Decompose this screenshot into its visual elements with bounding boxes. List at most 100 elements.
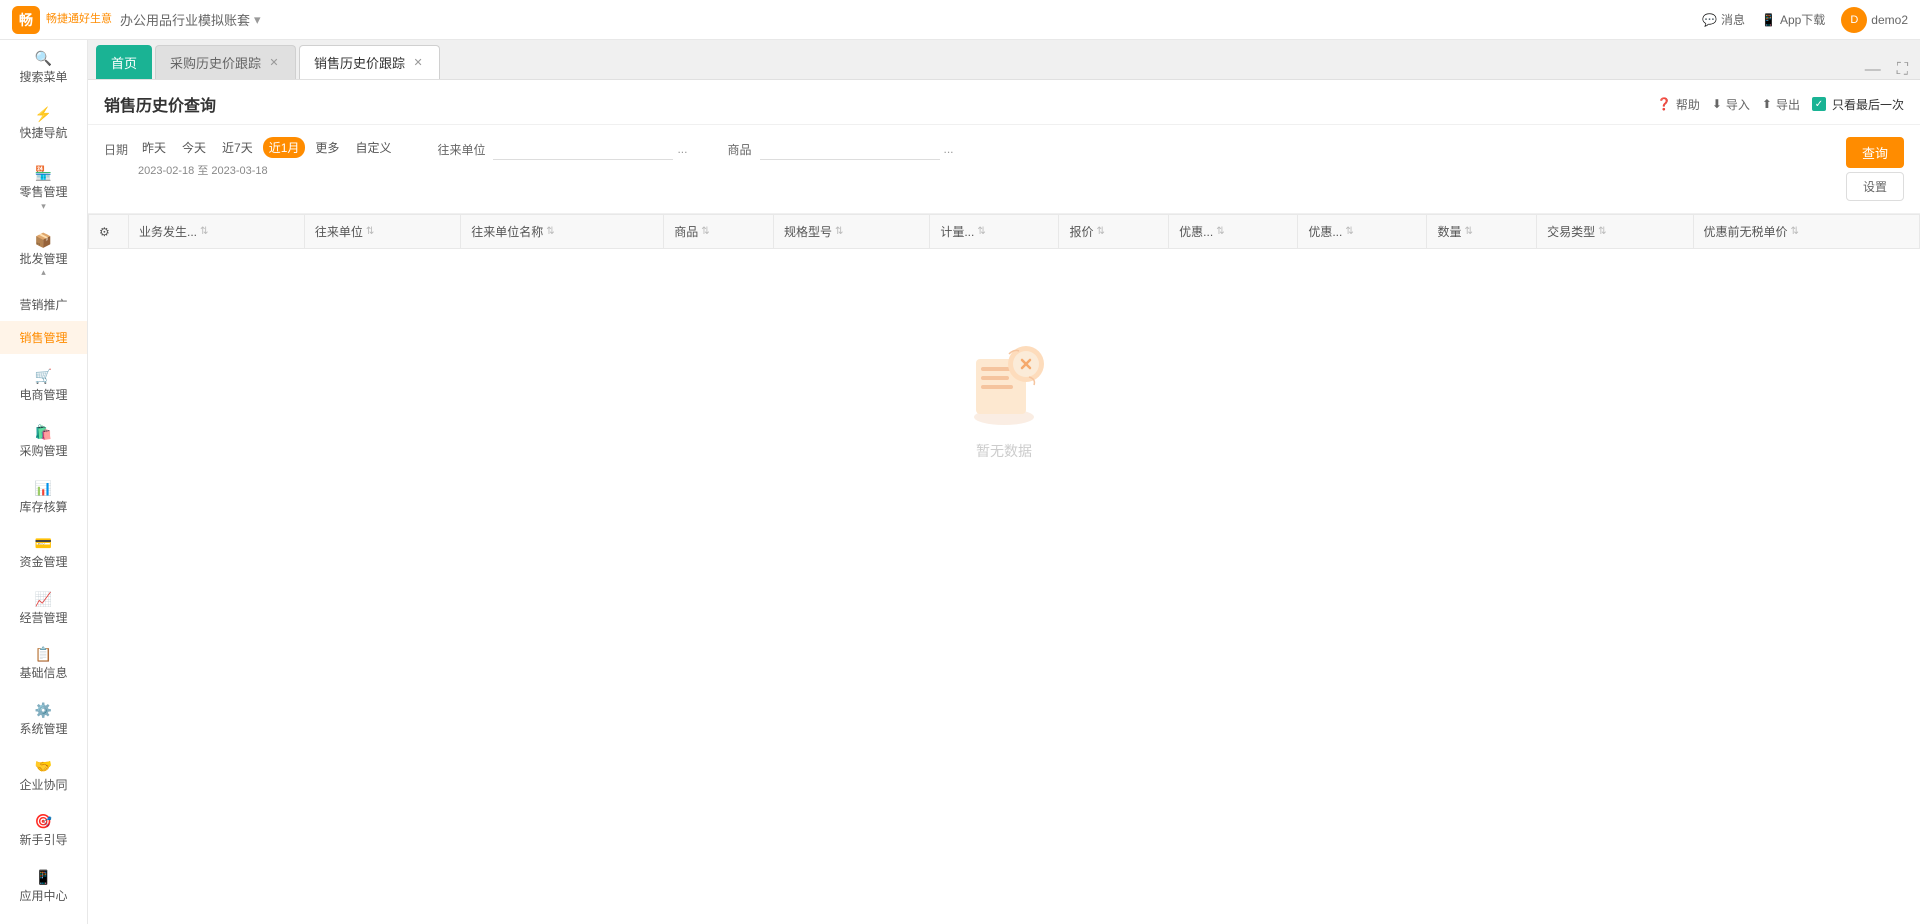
import-icon: ⬇ [1712, 97, 1722, 111]
sidebar-label-basic: 基础信息 [19, 666, 67, 682]
import-button[interactable]: ⬇ 导入 [1712, 96, 1750, 113]
product-dots[interactable]: ... [944, 142, 954, 156]
data-table: ⚙ 业务发生... ⇅ 往来单位 [88, 214, 1920, 249]
sidebar-item-operations[interactable]: 📈 经营管理 [0, 581, 87, 637]
tab-sales-history-label: 销售历史价跟踪 [314, 53, 405, 72]
logo-text: 畅捷通好生意 [46, 12, 112, 26]
date-btn-custom[interactable]: 自定义 [349, 137, 397, 158]
app-download-label: App下载 [1780, 11, 1825, 28]
th-trade-type[interactable]: 交易类型 ⇅ [1537, 215, 1693, 249]
sort-icon-discount2: ⇅ [1345, 226, 1353, 237]
sidebar-label-appcenter: 应用中心 [19, 889, 67, 905]
sidebar-label-search: 搜索菜单 [19, 70, 67, 86]
sidebar-label-sales: 销售管理 [19, 331, 67, 345]
date-btn-today[interactable]: 今天 [176, 137, 212, 158]
sidebar-label-marketing: 营销推广 [19, 298, 67, 312]
partner-dots[interactable]: ... [677, 142, 687, 156]
sidebar-item-ecommerce[interactable]: 🛒 电商管理 [0, 358, 87, 414]
tab-purchase-history-label: 采购历史价跟踪 [170, 53, 261, 72]
sidebar-item-search[interactable]: 🔍 搜索菜单 [0, 40, 87, 96]
th-product-label: 商品 [674, 223, 698, 240]
tab-home[interactable]: 首页 [96, 45, 152, 79]
date-btn-yesterday[interactable]: 昨天 [136, 137, 172, 158]
page-header-actions: ❓ 帮助 ⬇ 导入 ⬆ 导出 ✓ 只看最后一次 [1657, 96, 1904, 113]
th-partner-name[interactable]: 往来单位名称 ⇅ [461, 215, 664, 249]
sidebar-item-basic[interactable]: 📋 基础信息 [0, 636, 87, 692]
message-button[interactable]: 💬 消息 [1702, 11, 1745, 28]
date-btn-7days[interactable]: 近7天 [216, 137, 259, 158]
sidebar-item-appcenter[interactable]: 📱 应用中心 [0, 859, 87, 915]
date-filter-label: 日期 [104, 137, 128, 158]
sidebar-item-finance[interactable]: 💳 资金管理 [0, 525, 87, 581]
sidebar-item-wechat[interactable]: 💬 企业微信 [0, 914, 87, 924]
sort-icon-partner: ⇅ [366, 226, 374, 237]
th-trade-type-label: 交易类型 [1547, 223, 1595, 240]
appcenter-icon: 📱 [35, 869, 52, 886]
user-profile[interactable]: D demo2 [1841, 7, 1908, 33]
th-unit[interactable]: 计量... ⇅ [930, 215, 1059, 249]
download-icon: 📱 [1761, 13, 1776, 27]
th-price-before-discount[interactable]: 优惠前无税单价 ⇅ [1693, 215, 1919, 249]
tab-minimize-button[interactable]: — [1861, 61, 1885, 79]
sidebar-label-purchase: 采购管理 [19, 444, 67, 460]
tab-purchase-history-close[interactable]: ✕ [267, 56, 281, 70]
help-label: 帮助 [1676, 96, 1700, 113]
th-biz-date[interactable]: 业务发生... ⇅ [129, 215, 305, 249]
date-btn-more[interactable]: 更多 [309, 137, 345, 158]
empty-illustration [954, 329, 1054, 429]
sort-icon-price: ⇅ [1791, 226, 1799, 237]
th-unit-label: 计量... [940, 223, 974, 240]
help-button[interactable]: ❓ 帮助 [1657, 96, 1700, 113]
sidebar-item-retail[interactable]: 🏪 零售管理 ▾ [0, 155, 87, 222]
only-show-last-checkbox[interactable]: ✓ 只看最后一次 [1812, 96, 1904, 113]
th-partner-name-label: 往来单位名称 [471, 223, 543, 240]
sidebar-item-newguide[interactable]: 🎯 新手引导 [0, 803, 87, 859]
sort-icon-spec: ⇅ [835, 226, 843, 237]
sidebar-item-purchase[interactable]: 🛍️ 采购管理 [0, 414, 87, 470]
partner-filter-group: 往来单位 ... [437, 137, 687, 160]
quicknav-icon: ⚡ [35, 106, 52, 123]
th-product[interactable]: 商品 ⇅ [664, 215, 774, 249]
th-settings[interactable]: ⚙ [89, 215, 129, 249]
export-button[interactable]: ⬆ 导出 [1762, 96, 1800, 113]
tab-purchase-history[interactable]: 采购历史价跟踪 ✕ [155, 45, 296, 79]
sidebar-item-wholesale[interactable]: 📦 批发管理 ▴ [0, 222, 87, 289]
partner-input[interactable] [493, 137, 673, 160]
setting-button[interactable]: 设置 [1846, 172, 1904, 201]
export-icon: ⬆ [1762, 97, 1772, 111]
product-input[interactable] [760, 137, 940, 160]
sidebar-item-inventory[interactable]: 📊 库存核算 [0, 470, 87, 526]
th-discount1[interactable]: 优惠... ⇅ [1169, 215, 1298, 249]
tab-sales-history-close[interactable]: ✕ [411, 56, 425, 70]
page-title: 销售历史价查询 [104, 92, 216, 116]
filter-btn-group: 查询 设置 [1846, 137, 1904, 201]
th-discount2[interactable]: 优惠... ⇅ [1298, 215, 1427, 249]
sidebar-label-enterprise: 企业协同 [19, 778, 67, 794]
dropdown-arrow-icon[interactable]: ▾ [254, 12, 261, 28]
page-content: 销售历史价查询 ❓ 帮助 ⬇ 导入 ⬆ 导出 ✓ [88, 80, 1920, 924]
sidebar-item-system[interactable]: ⚙️ 系统管理 [0, 692, 87, 748]
th-discount1-label: 优惠... [1179, 223, 1213, 240]
query-button[interactable]: 查询 [1846, 137, 1904, 168]
finance-icon: 💳 [35, 535, 52, 552]
sort-icon-quantity: ⇅ [1464, 226, 1472, 237]
sidebar-item-enterprise[interactable]: 🤝 企业协同 [0, 748, 87, 804]
sidebar-item-sales[interactable]: 销售管理 [0, 321, 87, 354]
th-partner[interactable]: 往来单位 ⇅ [304, 215, 460, 249]
retail-arrow-icon: ▾ [41, 201, 46, 212]
sidebar-item-quicknav[interactable]: ⚡ 快捷导航 [0, 96, 87, 152]
app-download-button[interactable]: 📱 App下载 [1761, 11, 1825, 28]
top-bar: 畅 畅捷通好生意 办公用品行业模拟账套 ▾ 💬 消息 📱 App下载 D dem… [0, 0, 1920, 40]
th-spec[interactable]: 规格型号 ⇅ [773, 215, 929, 249]
tab-sales-history[interactable]: 销售历史价跟踪 ✕ [299, 45, 440, 79]
th-quantity[interactable]: 数量 ⇅ [1427, 215, 1537, 249]
sidebar-item-marketing[interactable]: 营销推广 [0, 288, 87, 321]
empty-state: 暂无数据 [88, 249, 1920, 541]
date-btn-1month[interactable]: 近1月 [263, 137, 306, 158]
table-area: ⚙ 业务发生... ⇅ 往来单位 [88, 214, 1920, 924]
th-quote[interactable]: 报价 ⇅ [1059, 215, 1169, 249]
message-icon: 💬 [1702, 13, 1717, 27]
sort-icon-partner-name: ⇅ [546, 226, 554, 237]
tab-maximize-button[interactable]: ⛶ [1893, 61, 1912, 79]
th-biz-date-label: 业务发生... [139, 223, 197, 240]
